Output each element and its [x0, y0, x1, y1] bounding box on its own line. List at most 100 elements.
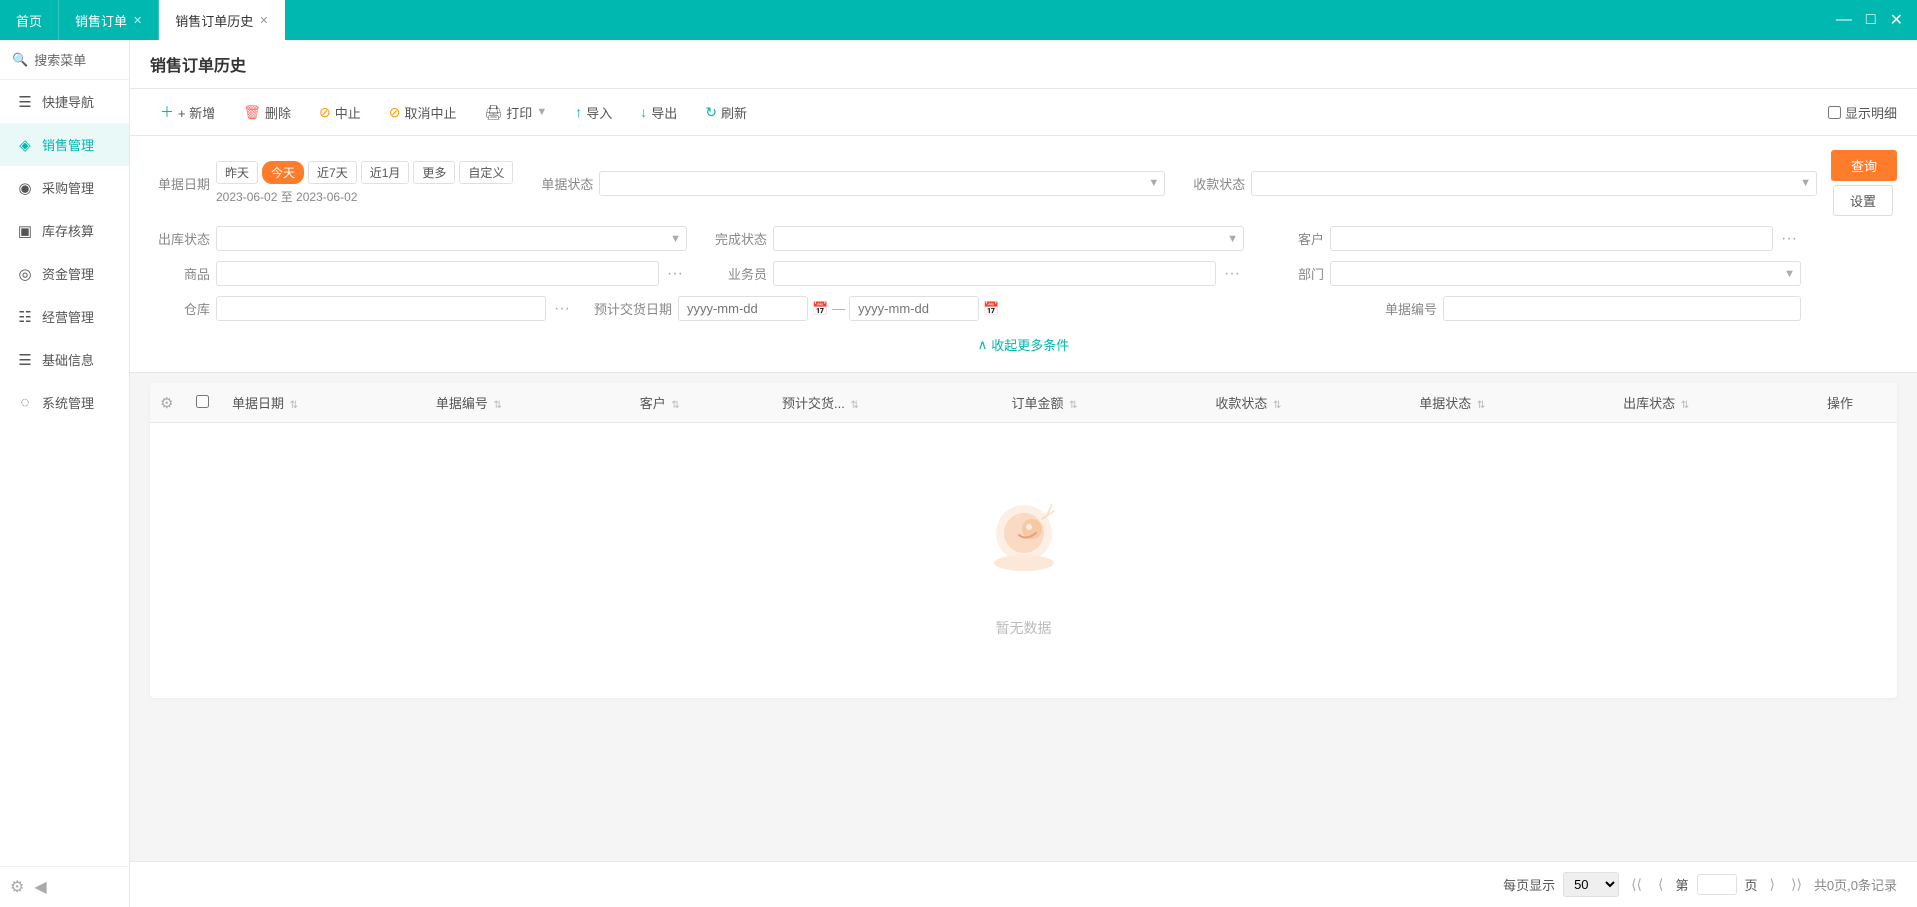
- th-number: 单据编号 ⇅: [426, 383, 630, 423]
- export-label: 导出: [651, 103, 677, 122]
- product-input[interactable]: [216, 261, 659, 286]
- th-date-label: 单据日期: [232, 396, 284, 411]
- receipt-status-select[interactable]: [1251, 171, 1817, 196]
- delete-button[interactable]: 🗑 删除: [233, 98, 301, 127]
- filter-warehouse-status: 出库状态 ▼: [150, 226, 687, 251]
- department-select[interactable]: [1330, 261, 1801, 286]
- tab-sales-order-history[interactable]: 销售订单历史 ✕: [159, 0, 285, 40]
- display-detail-checkbox[interactable]: [1828, 106, 1841, 119]
- settings-button[interactable]: 设置: [1833, 185, 1893, 216]
- query-button[interactable]: 查询: [1831, 150, 1897, 181]
- date-7days-btn[interactable]: 近7天: [308, 161, 357, 184]
- page-input[interactable]: 1: [1697, 874, 1737, 895]
- th-amount-sort[interactable]: ⇅: [1069, 400, 1077, 411]
- sidebar-bottom-toggle-icon[interactable]: ◀: [34, 877, 46, 897]
- order-number-input[interactable]: [1443, 296, 1801, 321]
- collapse-conditions[interactable]: ∧ 收起更多条件: [150, 331, 1897, 358]
- sidebar-item-quick-nav[interactable]: ☰ 快捷导航: [0, 80, 129, 123]
- export-icon: ↓: [640, 104, 647, 120]
- th-order-status-sort[interactable]: ⇅: [1477, 400, 1485, 411]
- refresh-button[interactable]: ↻ 刷新: [695, 98, 757, 127]
- order-status-select[interactable]: [599, 171, 1165, 196]
- refresh-icon: ↻: [705, 104, 717, 121]
- sidebar-bottom-settings-icon[interactable]: ⚙: [10, 877, 24, 897]
- first-page-btn[interactable]: ⟨⟨: [1627, 874, 1646, 895]
- sidebar-search[interactable]: 🔍 搜索菜单: [0, 40, 129, 80]
- next-page-btn[interactable]: ⟩: [1766, 874, 1779, 895]
- th-number-sort[interactable]: ⇅: [494, 400, 502, 411]
- empty-state: 暂无数据: [150, 423, 1897, 698]
- delivery-to-input[interactable]: [849, 296, 979, 321]
- date-yesterday-btn[interactable]: 昨天: [216, 161, 258, 184]
- calendar-from-icon[interactable]: 📅: [812, 301, 828, 317]
- tab-sales-order[interactable]: 销售订单 ✕: [59, 0, 159, 40]
- warehouse-dots-btn[interactable]: ···: [550, 300, 574, 318]
- sidebar-item-ops-mgmt[interactable]: ☷ 经营管理: [0, 295, 129, 338]
- filter-row-3: 商品 ··· 业务员 ··· 部门: [150, 261, 1897, 286]
- th-warehouse-status-sort[interactable]: ⇅: [1681, 400, 1689, 411]
- delete-label: 删除: [265, 103, 291, 122]
- receipt-status-control: ▼: [1251, 171, 1817, 196]
- tab-sales-order-close[interactable]: ✕: [133, 14, 142, 27]
- prev-page-btn[interactable]: ⟨: [1654, 874, 1667, 895]
- completion-status-label: 完成状态: [707, 229, 767, 248]
- empty-state-row: 暂无数据: [150, 423, 1897, 699]
- customer-input[interactable]: [1330, 226, 1773, 251]
- stop-label: 中止: [335, 103, 361, 122]
- sidebar-item-sales-mgmt[interactable]: ◈ 销售管理: [0, 123, 129, 166]
- product-dots-btn[interactable]: ···: [663, 265, 687, 283]
- date-custom-btn[interactable]: 自定义: [459, 161, 513, 184]
- new-icon: ＋: [160, 102, 174, 122]
- close-btn[interactable]: ✕: [1886, 6, 1907, 34]
- th-customer-sort[interactable]: ⇅: [671, 400, 679, 411]
- pagination-bar: 每页显示 10 20 50 100 ⟨⟨ ⟨ 第 1 页 ⟩ ⟩⟩ 共0页,0条…: [130, 861, 1917, 907]
- tab-home[interactable]: 首页: [0, 0, 59, 40]
- department-control: ▼: [1330, 261, 1801, 286]
- th-expected-delivery-sort[interactable]: ⇅: [850, 400, 858, 411]
- minimize-btn[interactable]: —: [1832, 7, 1856, 33]
- new-button[interactable]: ＋ + 新增: [150, 97, 225, 127]
- sidebar-item-inventory-mgmt[interactable]: ▣ 库存核算: [0, 209, 129, 252]
- maximize-btn[interactable]: □: [1862, 7, 1880, 33]
- salesperson-dots-btn[interactable]: ···: [1220, 265, 1244, 283]
- table-header-row: ⚙ 单据日期 ⇅ 单据编号 ⇅: [150, 383, 1897, 423]
- tab-sales-order-history-close[interactable]: ✕: [259, 14, 268, 27]
- th-receipt-status-sort[interactable]: ⇅: [1273, 400, 1281, 411]
- stop-button[interactable]: ⊘ 中止: [309, 98, 371, 127]
- header-toolbar-container: 销售订单历史 ＋ + 新增 🗑 删除 ⊘ 中止 ⊘ 取消中止: [130, 40, 1917, 373]
- sidebar-item-capital-mgmt[interactable]: ◎ 资金管理: [0, 252, 129, 295]
- cancel-stop-button[interactable]: ⊘ 取消中止: [379, 98, 467, 127]
- delivery-from-input[interactable]: [678, 296, 808, 321]
- top-bar: 首页 销售订单 ✕ 销售订单历史 ✕ — □ ✕: [0, 0, 1917, 40]
- completion-status-select[interactable]: [773, 226, 1244, 251]
- warehouse-input[interactable]: [216, 296, 546, 321]
- table-settings-icon[interactable]: ⚙: [160, 395, 173, 412]
- calendar-to-icon[interactable]: 📅: [983, 301, 999, 317]
- display-detail-toggle[interactable]: 显示明细: [1828, 103, 1897, 122]
- select-all-checkbox[interactable]: [196, 395, 209, 408]
- collapse-arrow-icon: ∧: [978, 337, 988, 353]
- page-size-select[interactable]: 10 20 50 100: [1563, 872, 1619, 897]
- date-1month-btn[interactable]: 近1月: [361, 161, 410, 184]
- delivery-date-control: 📅 — 📅: [678, 296, 1357, 321]
- filter-product: 商品 ···: [150, 261, 687, 286]
- purchase-mgmt-icon: ◉: [16, 179, 34, 197]
- export-button[interactable]: ↓ 导出: [630, 98, 687, 127]
- sidebar-item-sales-label: 销售管理: [42, 135, 94, 154]
- product-label: 商品: [150, 264, 210, 283]
- sidebar-item-basic-info[interactable]: ☰ 基础信息: [0, 338, 129, 381]
- empty-state-svg: [974, 483, 1074, 583]
- date-today-btn[interactable]: 今天: [262, 161, 304, 184]
- warehouse-status-select[interactable]: [216, 226, 687, 251]
- print-button[interactable]: 🖨 打印 ▼: [475, 98, 558, 127]
- customer-dots-btn[interactable]: ···: [1777, 230, 1801, 248]
- last-page-btn[interactable]: ⟩⟩: [1787, 874, 1806, 895]
- salesperson-input[interactable]: [773, 261, 1216, 286]
- import-button[interactable]: ↑ 导入: [565, 98, 622, 127]
- sidebar-item-sys-mgmt[interactable]: ◌ 系统管理: [0, 381, 129, 424]
- sidebar-item-purchase-mgmt[interactable]: ◉ 采购管理: [0, 166, 129, 209]
- th-order-status: 单据状态 ⇅: [1409, 383, 1613, 423]
- date-more-btn[interactable]: 更多: [413, 161, 455, 184]
- sidebar: 🔍 搜索菜单 ☰ 快捷导航 ◈ 销售管理 ◉ 采购管理 ▣ 库存核算 ◎ 资金管…: [0, 40, 130, 907]
- th-date-sort[interactable]: ⇅: [290, 400, 298, 411]
